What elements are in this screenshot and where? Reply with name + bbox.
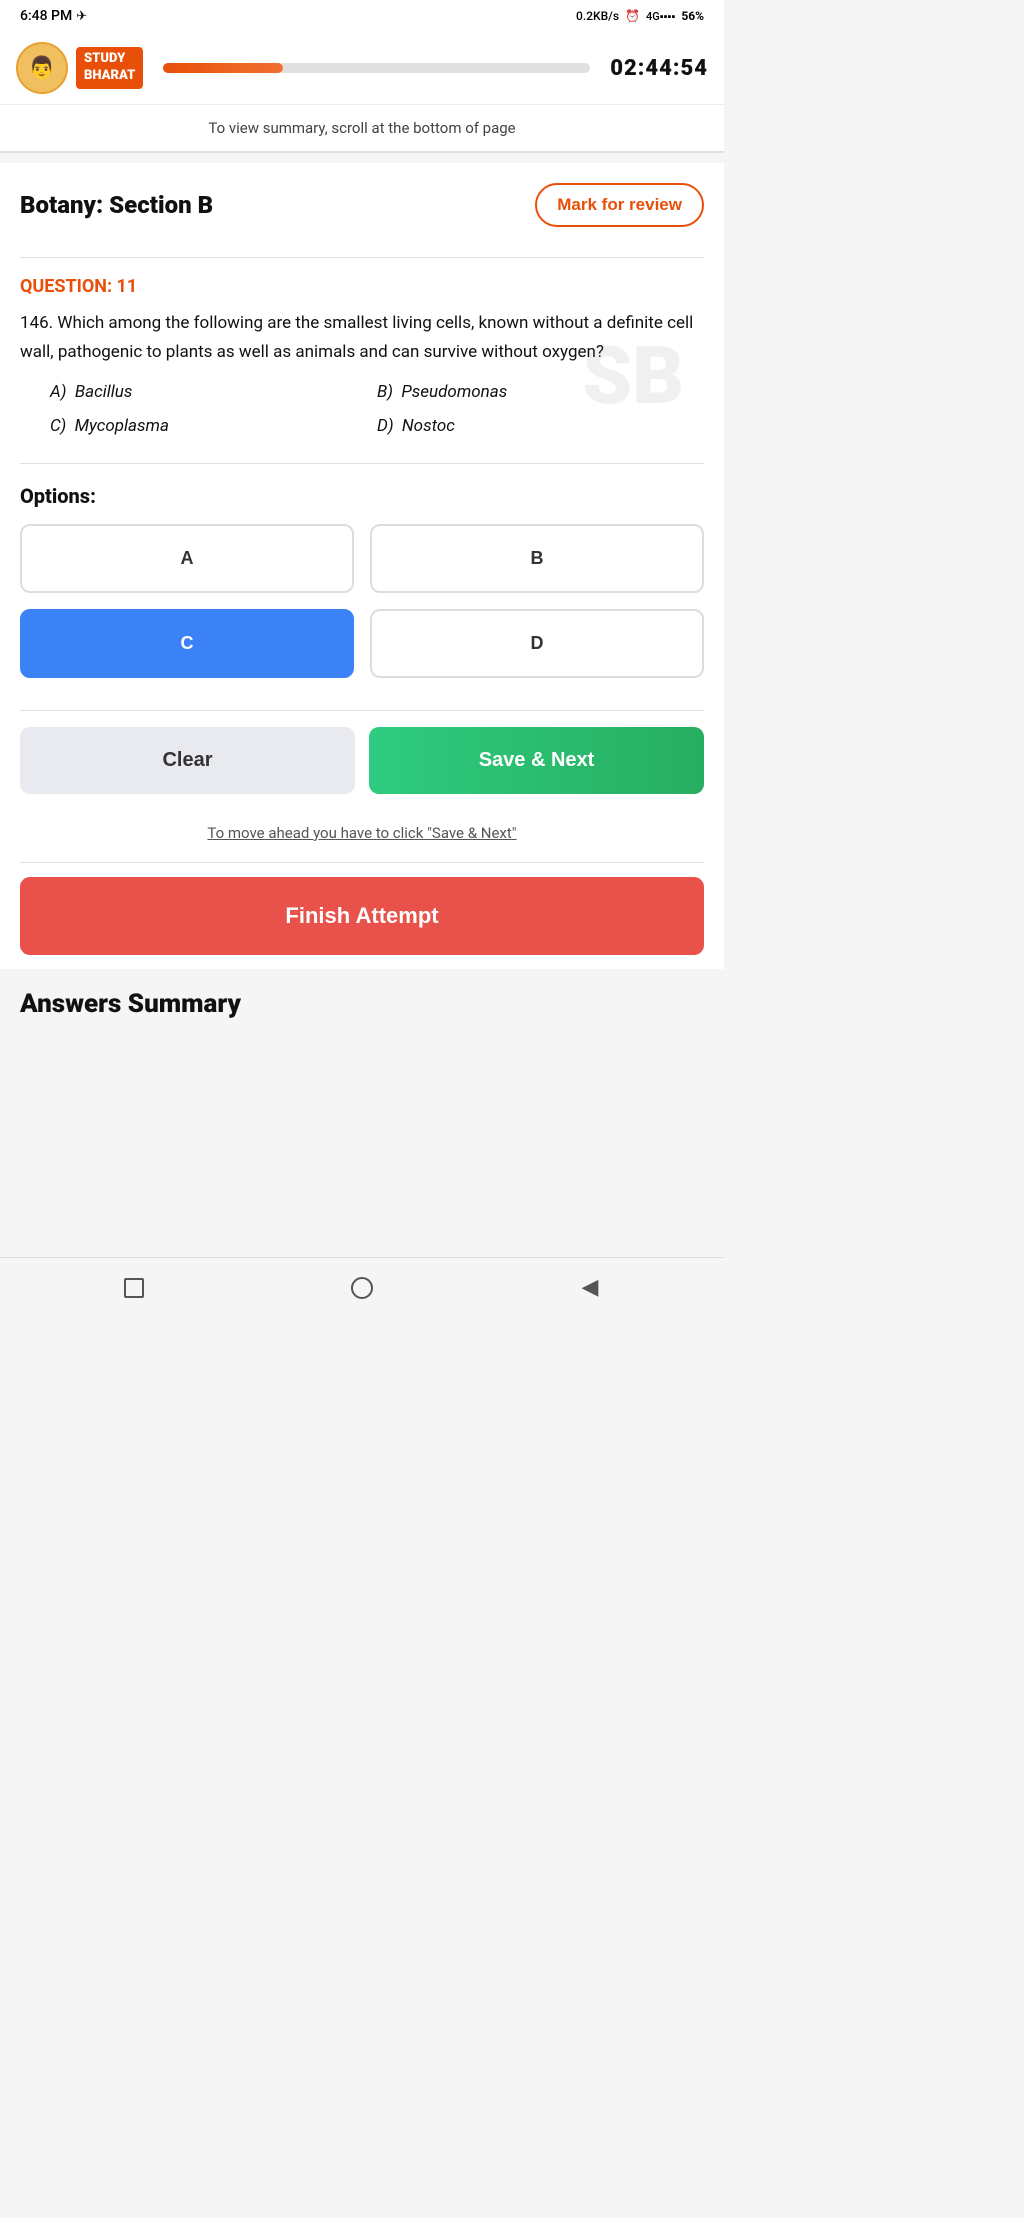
question-block: 146. Which among the following are the s… (20, 309, 704, 443)
logo-container: 👨 STUDY BHARAT (16, 42, 143, 94)
location-icon: ✈ (76, 9, 87, 24)
nav-back-button[interactable]: ◀ (576, 1274, 604, 1302)
app-header: 👨 STUDY BHARAT 02:44:54 (0, 32, 724, 105)
clock-icon: ⏰ (625, 9, 640, 23)
options-label: Options: (20, 484, 704, 508)
inline-option-c: C) Mycoplasma (50, 409, 377, 443)
progress-bar-container (163, 63, 590, 73)
options-section: Options: A B C D (20, 484, 704, 686)
option-button-b[interactable]: B (370, 524, 704, 593)
action-buttons: Clear Save & Next (20, 711, 704, 810)
question-options-inline: A) Bacillus B) Pseudomonas C) Mycoplasma… (20, 375, 704, 443)
circle-icon (351, 1277, 373, 1299)
option-button-c[interactable]: C (20, 609, 354, 678)
options-grid: A B C D (20, 524, 704, 686)
clear-button[interactable]: Clear (20, 727, 355, 794)
answers-summary-title: Answers Summary (20, 989, 704, 1019)
answers-summary-content (20, 1027, 704, 1227)
signal-icons: 4G▪▪▪▪ (646, 10, 675, 23)
status-right: 0.2KB/s ⏰ 4G▪▪▪▪ 56% (576, 9, 704, 23)
inline-option-b: B) Pseudomonas (377, 375, 704, 409)
move-ahead-hint: To move ahead you have to click "Save & … (20, 810, 704, 862)
option-button-a[interactable]: A (20, 524, 354, 593)
option-button-d[interactable]: D (370, 609, 704, 678)
network-speed: 0.2KB/s (576, 9, 619, 23)
summary-hint: To view summary, scroll at the bottom of… (0, 105, 724, 152)
logo-text: STUDY BHARAT (76, 47, 143, 89)
mark-review-button[interactable]: Mark for review (535, 183, 704, 227)
inline-option-d: D) Nostoc (377, 409, 704, 443)
inline-option-a: A) Bacillus (50, 375, 377, 409)
question-text: 146. Which among the following are the s… (20, 309, 704, 367)
logo-avatar: 👨 (16, 42, 68, 94)
back-arrow-icon: ◀ (582, 1275, 599, 1300)
section-title: Botany: Section B (20, 191, 213, 219)
answers-summary-section: Answers Summary (0, 969, 724, 1257)
divider-options (20, 463, 704, 464)
section-header-row: Botany: Section B Mark for review (20, 183, 704, 237)
divider-section (20, 257, 704, 258)
status-time: 6:48 PM ✈ (20, 8, 87, 24)
finish-attempt-button[interactable]: Finish Attempt (20, 877, 704, 955)
progress-bar-fill (163, 63, 283, 73)
nav-square-button[interactable] (120, 1274, 148, 1302)
battery-display: 56% (681, 9, 704, 23)
timer-display: 02:44:54 (610, 56, 708, 81)
finish-attempt-section: Finish Attempt (20, 863, 704, 969)
question-label-wrapper: QUESTION: 11 (20, 276, 704, 297)
status-bar: 6:48 PM ✈ 0.2KB/s ⏰ 4G▪▪▪▪ 56% (0, 0, 724, 32)
save-next-button[interactable]: Save & Next (369, 727, 704, 794)
bottom-nav: ◀ (0, 1257, 724, 1326)
main-content: Botany: Section B Mark for review QUESTI… (0, 163, 724, 969)
nav-circle-button[interactable] (348, 1274, 376, 1302)
square-icon (124, 1278, 144, 1298)
divider-top (0, 152, 724, 153)
question-label: QUESTION: 11 (20, 276, 704, 297)
time-display: 6:48 PM (20, 8, 72, 24)
